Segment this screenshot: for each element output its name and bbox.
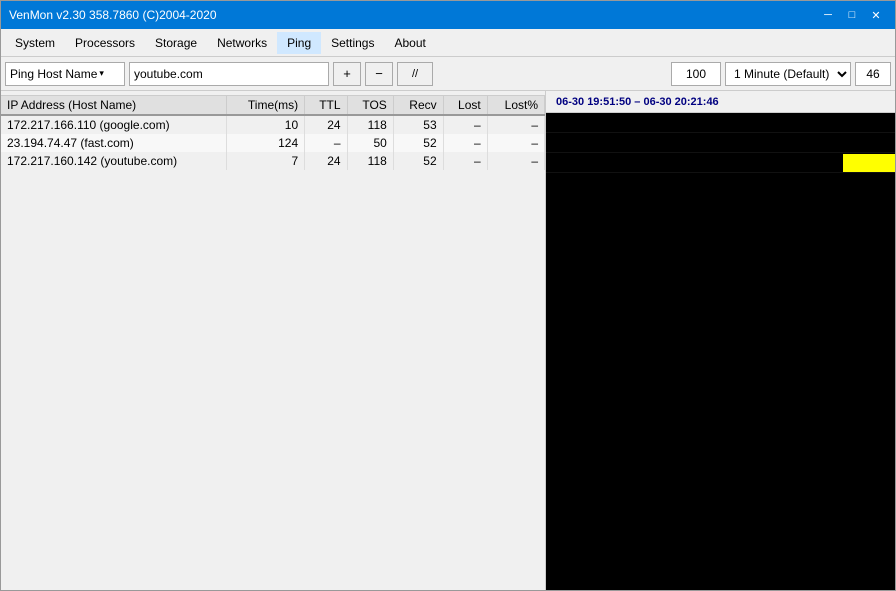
table-row[interactable]: 23.194.74.47 (fast.com) 124 – 50 52 – – [1,134,545,152]
table-row[interactable]: 172.217.160.142 (youtube.com) 7 24 118 5… [1,152,545,170]
cell-ttl: 24 [305,115,347,134]
graph-area [546,113,895,173]
col-lostpct: Lost% [487,96,544,115]
add-button[interactable]: + [333,62,361,86]
minus-button[interactable]: − [365,62,393,86]
graph-row [546,153,895,173]
cell-tos: 50 [347,134,393,152]
host-name-label: Ping Host Name [10,67,97,81]
cell-ip: 23.194.74.47 (fast.com) [1,134,227,152]
col-lost: Lost [443,96,487,115]
table-header-row: IP Address (Host Name) Time(ms) TTL TOS … [1,96,545,115]
toolbar: Ping Host Name ▾ + − // 1 Minute (Defaul… [1,57,895,91]
interval-select[interactable]: 1 Minute (Default) [725,62,851,86]
graph-row [546,113,895,133]
pause-button[interactable]: // [397,62,433,86]
menu-system[interactable]: System [5,32,65,54]
cell-recv: 52 [393,134,443,152]
close-button[interactable]: ✕ [865,5,887,25]
cell-lost: – [443,134,487,152]
menu-bar: System Processors Storage Networks Ping … [1,29,895,57]
cell-recv: 53 [393,115,443,134]
cell-lost: – [443,152,487,170]
minimize-button[interactable]: ─ [817,5,839,25]
cell-recv: 52 [393,152,443,170]
main-window: VenMon v2.30 358.7860 (C)2004-2020 ─ □ ✕… [0,0,896,591]
window-title: VenMon v2.30 358.7860 (C)2004-2020 [9,8,217,22]
cell-time: 7 [227,152,305,170]
host-input[interactable] [129,62,329,86]
ping-table: IP Address (Host Name) Time(ms) TTL TOS … [1,96,545,170]
graph-panel: 06-30 19:51:50 – 06-30 20:21:46 [546,91,895,590]
cell-lostpct: – [487,115,544,134]
graph-time-range: 06-30 19:51:50 – 06-30 20:21:46 [546,91,895,113]
window-controls: ─ □ ✕ [817,5,887,25]
menu-about[interactable]: About [384,32,435,54]
title-bar: VenMon v2.30 358.7860 (C)2004-2020 ─ □ ✕ [1,1,895,29]
col-time: Time(ms) [227,96,305,115]
bar-fill [843,154,895,172]
menu-settings[interactable]: Settings [321,32,384,54]
menu-networks[interactable]: Networks [207,32,277,54]
content-area: IP Address (Host Name) Time(ms) TTL TOS … [1,91,895,590]
col-recv: Recv [393,96,443,115]
graph-row [546,133,895,153]
col-ip: IP Address (Host Name) [1,96,227,115]
cell-time: 10 [227,115,305,134]
cell-time: 124 [227,134,305,152]
ping-table-container: IP Address (Host Name) Time(ms) TTL TOS … [1,91,546,590]
table-row[interactable]: 172.217.166.110 (google.com) 10 24 118 5… [1,115,545,134]
cell-ttl: 24 [305,152,347,170]
count-input[interactable] [671,62,721,86]
menu-processors[interactable]: Processors [65,32,145,54]
col-tos: TOS [347,96,393,115]
time-range-label: 06-30 19:51:50 – 06-30 20:21:46 [552,94,723,110]
cell-tos: 118 [347,152,393,170]
cell-ip: 172.217.160.142 (youtube.com) [1,152,227,170]
cell-ip: 172.217.166.110 (google.com) [1,115,227,134]
host-name-dropdown[interactable]: Ping Host Name ▾ [5,62,125,86]
cell-lostpct: – [487,152,544,170]
cell-lostpct: – [487,134,544,152]
cell-ttl: – [305,134,347,152]
cell-lost: – [443,115,487,134]
menu-storage[interactable]: Storage [145,32,207,54]
col-ttl: TTL [305,96,347,115]
seq-value: 46 [855,62,891,86]
menu-ping[interactable]: Ping [277,32,321,54]
maximize-button[interactable]: □ [841,5,863,25]
cell-tos: 118 [347,115,393,134]
chevron-down-icon: ▾ [99,68,104,79]
